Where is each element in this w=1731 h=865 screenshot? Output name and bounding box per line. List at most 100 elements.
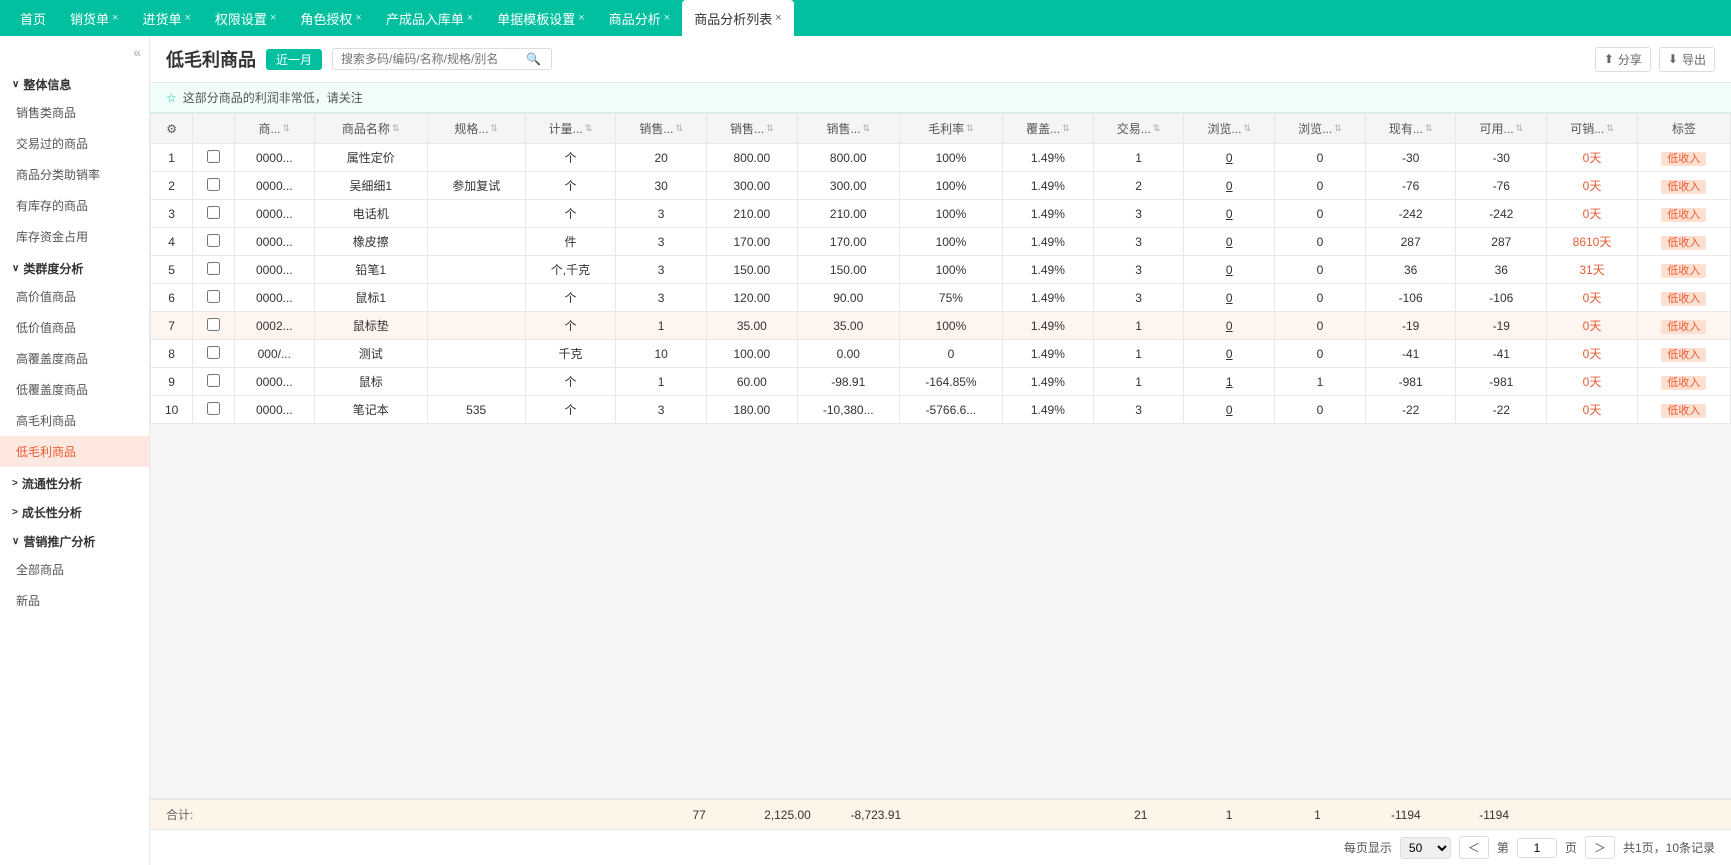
col-header-code[interactable]: 商...⇅ [234,114,314,144]
nav-close-icon[interactable]: × [355,12,361,24]
row-view1[interactable]: 0 [1184,172,1275,200]
sidebar-group-title[interactable]: ∨ 营销推广分析 [0,525,149,554]
nav-close-icon[interactable]: × [578,12,584,24]
sidebar-item-高覆盖度商品[interactable]: 高覆盖度商品 [0,343,149,374]
col-header-spec[interactable]: 规格...⇅ [427,114,525,144]
row-checkbox-cell [193,284,235,312]
col-header-unit[interactable]: 计量...⇅ [525,114,616,144]
page-number-input[interactable] [1517,838,1557,858]
sidebar-item-高毛利商品[interactable]: 高毛利商品 [0,405,149,436]
export-button[interactable]: ⬇ 导出 [1659,47,1715,72]
col-header-sales_profit[interactable]: 销售...⇅ [797,114,899,144]
nav-item-销货单[interactable]: 销货单 × [58,0,130,36]
nav-item-商品分析[interactable]: 商品分析 × [597,0,682,36]
sidebar-item-低覆盖度商品[interactable]: 低覆盖度商品 [0,374,149,405]
sidebar-item-全部商品[interactable]: 全部商品 [0,554,149,585]
nav-close-icon[interactable]: × [270,12,276,24]
col-header-view1[interactable]: 浏览...⇅ [1184,114,1275,144]
sidebar-item-销售类商品[interactable]: 销售类商品 [0,97,149,128]
row-view1[interactable]: 0 [1184,396,1275,424]
row-checkbox[interactable] [207,346,220,359]
row-view2: 0 [1275,340,1366,368]
sidebar-item-低价值商品[interactable]: 低价值商品 [0,312,149,343]
col-header-current_stock[interactable]: 现有...⇅ [1365,114,1456,144]
nav-close-icon[interactable]: × [775,12,781,24]
page-size-select[interactable]: 50 20 100 [1400,837,1451,859]
sidebar-group-title[interactable]: ∨ 整体信息 [0,68,149,97]
row-code: 0000... [234,368,314,396]
nav-item-角色授权[interactable]: 角色授权 × [288,0,373,36]
row-view1[interactable]: 0 [1184,228,1275,256]
share-button[interactable]: ⬆ 分享 [1595,47,1651,72]
col-header-margin_rate[interactable]: 毛利率⇅ [899,114,1002,144]
row-unit: 个 [525,144,616,172]
col-header-tag: 标签 [1637,114,1730,144]
sidebar-item-库存资金占用[interactable]: 库存资金占用 [0,221,149,252]
expand-icon: > [12,507,18,518]
sidebar-group-title[interactable]: ∨ 类群度分析 [0,252,149,281]
sidebar-item-高价值商品[interactable]: 高价值商品 [0,281,149,312]
row-sales-amount: 100.00 [706,340,797,368]
row-unit: 个 [525,368,616,396]
col-header-sellable[interactable]: 可销...⇅ [1547,114,1638,144]
row-coverage: 1.49% [1003,144,1094,172]
row-view1[interactable]: 0 [1184,312,1275,340]
col-header-sales_qty[interactable]: 销售...⇅ [616,114,707,144]
footer-margin [920,808,1008,822]
nav-item-首页[interactable]: 首页 [8,0,58,36]
col-header-view2[interactable]: 浏览...⇅ [1275,114,1366,144]
sidebar-group-title[interactable]: > 流通性分析 [0,467,149,496]
sidebar-item-低毛利商品[interactable]: 低毛利商品 [0,436,149,467]
row-checkbox[interactable] [207,262,220,275]
row-checkbox[interactable] [207,206,220,219]
sidebar-item-有库存的商品[interactable]: 有库存的商品 [0,190,149,221]
col-header-transaction[interactable]: 交易...⇅ [1093,114,1184,144]
sidebar-item-商品分类助销率[interactable]: 商品分类助销率 [0,159,149,190]
nav-close-icon[interactable]: × [184,12,190,24]
row-checkbox[interactable] [207,234,220,247]
date-filter-btn[interactable]: 近一月 [266,49,322,70]
row-checkbox[interactable] [207,402,220,415]
table-row: 60000...鼠标1个3120.0090.0075%1.49%300-106-… [151,284,1731,312]
col-header-sales_amount[interactable]: 销售...⇅ [706,114,797,144]
col-header-name[interactable]: 商品名称⇅ [314,114,427,144]
nav-close-icon[interactable]: × [467,12,473,24]
row-view1[interactable]: 0 [1184,200,1275,228]
row-unit: 个,千克 [525,256,616,284]
row-checkbox-cell [193,312,235,340]
search-input[interactable] [341,52,521,66]
nav-close-icon[interactable]: × [664,12,670,24]
row-view1[interactable]: 0 [1184,144,1275,172]
row-view1[interactable]: 0 [1184,256,1275,284]
row-view1[interactable]: 1 [1184,368,1275,396]
nav-item-产成品入库单[interactable]: 产成品入库单 × [374,0,485,36]
row-tag: 低收入 [1637,144,1730,172]
nav-item-商品分析列表[interactable]: 商品分析列表 × [682,0,793,36]
nav-item-单据模板设置[interactable]: 单据模板设置 × [485,0,596,36]
sidebar-item-交易过的商品[interactable]: 交易过的商品 [0,128,149,159]
row-sellable: 0天 [1547,144,1638,172]
row-number: 1 [151,144,193,172]
col-header-available[interactable]: 可用...⇅ [1456,114,1547,144]
sidebar-item-新品[interactable]: 新品 [0,585,149,616]
nav-close-icon[interactable]: × [112,12,118,24]
row-checkbox[interactable] [207,318,220,331]
sidebar-collapse-btn[interactable]: « [0,36,149,68]
row-checkbox[interactable] [207,374,220,387]
prev-page-btn[interactable]: ＜ [1459,836,1489,859]
row-checkbox[interactable] [207,150,220,163]
row-sales-profit: 35.00 [797,312,899,340]
row-margin-rate: 100% [899,312,1002,340]
sidebar-group-title[interactable]: > 成长性分析 [0,496,149,525]
row-view1[interactable]: 0 [1184,284,1275,312]
row-available: -19 [1456,312,1547,340]
next-page-btn[interactable]: ＞ [1585,836,1615,859]
search-icon[interactable]: 🔍 [526,52,541,66]
nav-item-进货单[interactable]: 进货单 × [130,0,202,36]
col-header-coverage[interactable]: 覆盖...⇅ [1003,114,1094,144]
row-checkbox[interactable] [207,178,220,191]
nav-item-权限设置[interactable]: 权限设置 × [203,0,288,36]
row-checkbox[interactable] [207,290,220,303]
row-view1[interactable]: 0 [1184,340,1275,368]
row-sales-profit: -98.91 [797,368,899,396]
